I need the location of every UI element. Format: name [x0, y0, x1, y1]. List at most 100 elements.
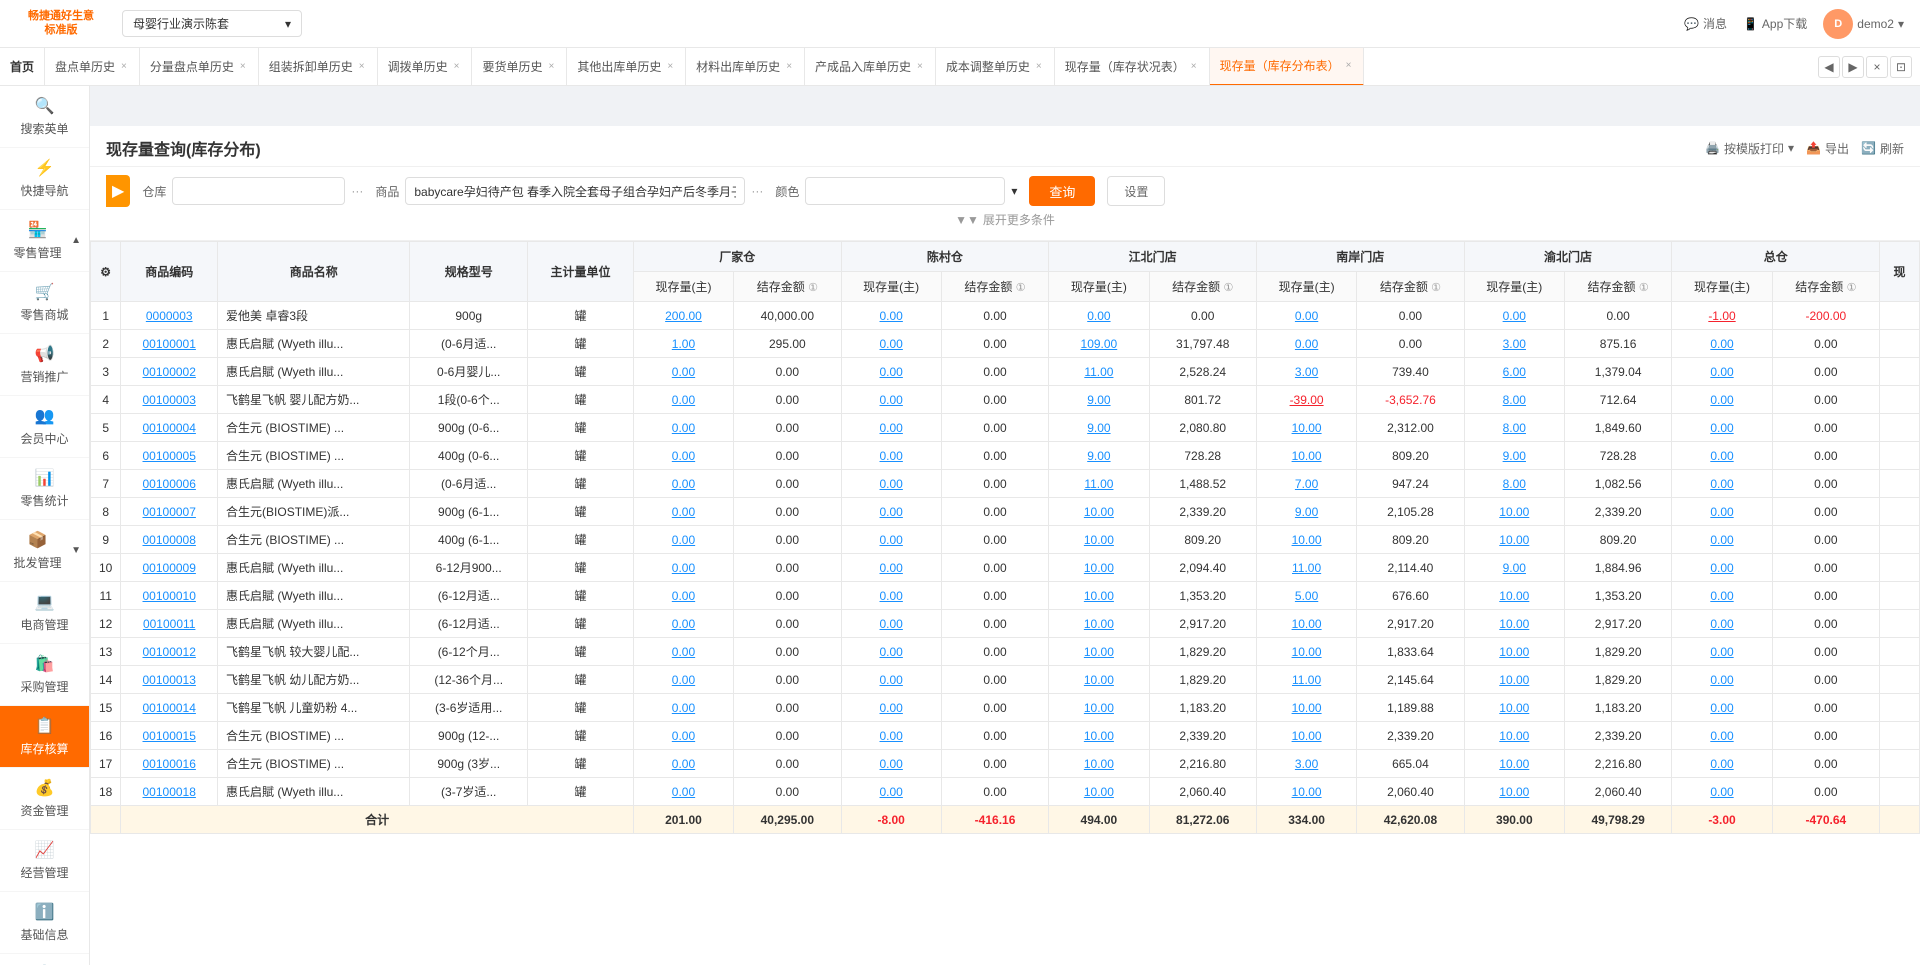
cell-jiangbei-qty: 10.00	[1049, 526, 1149, 554]
cell-spec: (0-6月适...	[410, 330, 528, 358]
tab-close-diaobao[interactable]: ×	[452, 59, 462, 74]
tab-close-pandian[interactable]: ×	[119, 59, 129, 74]
product-input[interactable]	[405, 177, 745, 205]
tab-cailiaochu[interactable]: 材料出库单历史 ×	[686, 48, 805, 86]
tab-kucun-dist[interactable]: 现存量（库存分布表） ×	[1210, 48, 1365, 86]
expand-sidebar-btn[interactable]: ▶	[106, 175, 130, 207]
cell-total-amt: 0.00	[1772, 582, 1879, 610]
summary-factory-qty: 201.00	[633, 806, 733, 834]
cell-jiangbei-qty: 9.00	[1049, 442, 1149, 470]
tab-close-cailiaochu[interactable]: ×	[784, 59, 794, 74]
app-download-btn[interactable]: 📱 App下载	[1743, 15, 1807, 32]
tab-next-btn[interactable]: ▶	[1842, 56, 1864, 78]
warehouse-input[interactable]	[172, 177, 345, 205]
tab-diaobao[interactable]: 调拨单历史 ×	[378, 48, 473, 86]
tab-close-all-btn[interactable]: ×	[1866, 56, 1888, 78]
cell-extra	[1880, 694, 1920, 722]
tab-close-zuzhuang[interactable]: ×	[357, 59, 367, 74]
tab-yaohuo[interactable]: 要货单历史 ×	[472, 48, 567, 86]
cell-spec: 900g (12-...	[410, 722, 528, 750]
cell-total-qty: -1.00	[1672, 302, 1772, 330]
sidebar-item-system[interactable]: ⚙️ 系统管理	[0, 954, 89, 965]
tab-fenliang[interactable]: 分量盘点单历史 ×	[140, 48, 259, 86]
refresh-btn[interactable]: 🔄 刷新	[1861, 140, 1904, 157]
cell-spec: 900g (3岁...	[410, 750, 528, 778]
print-btn[interactable]: 🖨️ 按模版打印 ▾	[1705, 140, 1794, 157]
tab-close-kucun-status[interactable]: ×	[1189, 59, 1199, 74]
cell-spec: 900g (0-6...	[410, 414, 528, 442]
sidebar-item-inventory[interactable]: 📋 库存核算	[0, 706, 89, 768]
sidebar-item-wholesale[interactable]: 📦 批发管理 ▼	[0, 520, 89, 582]
product-dots[interactable]: ···	[751, 184, 763, 198]
sidebar-item-operation[interactable]: 📈 经营管理	[0, 830, 89, 892]
tab-close-qitachu[interactable]: ×	[665, 59, 675, 74]
cell-code: 00100006	[121, 470, 218, 498]
cell-jiangbei-qty: 10.00	[1049, 638, 1149, 666]
export-btn[interactable]: 📤 导出	[1806, 140, 1849, 157]
sidebar-item-purchase[interactable]: 🛍️ 采购管理	[0, 644, 89, 706]
tab-kucun-status[interactable]: 现存量（库存状况表） ×	[1055, 48, 1210, 86]
sidebar-item-basic[interactable]: ℹ️ 基础信息	[0, 892, 89, 954]
warehouse-dots[interactable]: ···	[351, 184, 363, 198]
cell-code: 00100008	[121, 526, 218, 554]
cell-jiangbei-amt: 1,183.20	[1149, 694, 1256, 722]
cell-chencun-amt: 0.00	[941, 526, 1048, 554]
cell-seq: 10	[91, 554, 121, 582]
sidebar-item-member[interactable]: 👥 会员中心	[0, 396, 89, 458]
search-btn[interactable]: 查询	[1029, 176, 1095, 206]
cell-total-amt: -200.00	[1772, 302, 1879, 330]
cell-factory-amt: 0.00	[734, 722, 841, 750]
cell-total-amt: 0.00	[1772, 358, 1879, 386]
tab-expand-btn[interactable]: ⊡	[1890, 56, 1912, 78]
user-menu[interactable]: D demo2 ▾	[1823, 9, 1904, 39]
tab-close-chengpin[interactable]: ×	[915, 59, 925, 74]
cell-total-amt: 0.00	[1772, 694, 1879, 722]
tab-qitachu[interactable]: 其他出库单历史 ×	[567, 48, 686, 86]
tab-prev-btn[interactable]: ◀	[1818, 56, 1840, 78]
sidebar-item-retail-mgmt[interactable]: 🏪 零售管理 ▲	[0, 210, 89, 272]
table-container[interactable]: ⚙ 商品编码 商品名称 规格型号 主计量单位 厂家仓 陈村仓 江北门店 南岸门店…	[90, 241, 1920, 965]
tab-close-chengben[interactable]: ×	[1034, 59, 1044, 74]
table-row: 6 00100005 合生元 (BIOSTIME) ... 400g (0-6.…	[91, 442, 1920, 470]
expand-conditions-btn[interactable]: ▼▼ 展开更多条件	[955, 211, 1055, 228]
cell-yubei-qty: 8.00	[1464, 470, 1564, 498]
sidebar-item-nav[interactable]: ⚡ 快捷导航	[0, 148, 89, 210]
sidebar-item-finance[interactable]: 💰 资金管理	[0, 768, 89, 830]
tab-home[interactable]: 首页	[0, 48, 45, 86]
cell-jiangbei-amt: 1,488.52	[1149, 470, 1256, 498]
sidebar-item-marketing[interactable]: 📢 营销推广	[0, 334, 89, 396]
col-yubei: 渝北门店	[1464, 242, 1672, 272]
message-btn[interactable]: 💬 消息	[1684, 15, 1727, 32]
cell-chencun-amt: 0.00	[941, 498, 1048, 526]
cell-chencun-amt: 0.00	[941, 442, 1048, 470]
cell-seq: 9	[91, 526, 121, 554]
tab-pandian[interactable]: 盘点单历史 ×	[45, 48, 140, 86]
tab-close-fenliang[interactable]: ×	[238, 59, 248, 74]
cell-yubei-amt: 1,353.20	[1564, 582, 1671, 610]
cell-yubei-amt: 1,183.20	[1564, 694, 1671, 722]
cell-name: 爱他美 卓睿3段	[218, 302, 410, 330]
sidebar-item-mall[interactable]: 🛒 零售商城	[0, 272, 89, 334]
col-yubei-qty: 现存量(主)	[1464, 272, 1564, 302]
purchase-icon: 🛍️	[35, 654, 55, 674]
tabs-bar: 首页 盘点单历史 × 分量盘点单历史 × 组装拆卸单历史 × 调拨单历史 × 要…	[0, 48, 1920, 86]
sidebar-item-ecommerce[interactable]: 💻 电商管理	[0, 582, 89, 644]
tab-chengpin[interactable]: 产成品入库单历史 ×	[805, 48, 936, 86]
refresh-icon: 🔄	[1861, 141, 1876, 155]
cell-nanan-amt: 1,189.88	[1357, 694, 1464, 722]
tab-close-yaohuo[interactable]: ×	[546, 59, 556, 74]
tab-zuzhuang[interactable]: 组装拆卸单历史 ×	[259, 48, 378, 86]
industry-selector[interactable]: 母婴行业演示陈套 ▾	[122, 10, 302, 37]
sidebar-item-retail-stat[interactable]: 📊 零售统计	[0, 458, 89, 520]
summary-yubei-amt: 49,798.29	[1564, 806, 1671, 834]
cell-name: 惠氏启賦 (Wyeth illu...	[218, 358, 410, 386]
tab-chengben[interactable]: 成本调整单历史 ×	[936, 48, 1055, 86]
cell-factory-amt: 0.00	[734, 498, 841, 526]
setting-btn[interactable]: 设置	[1107, 176, 1165, 206]
cell-spec: 0-6月婴儿...	[410, 358, 528, 386]
cell-yubei-qty: 8.00	[1464, 386, 1564, 414]
sidebar-item-search[interactable]: 🔍 搜索英单	[0, 86, 89, 148]
cell-jiangbei-amt: 1,829.20	[1149, 666, 1256, 694]
color-input[interactable]	[805, 177, 1005, 205]
tab-close-kucun-dist[interactable]: ×	[1344, 58, 1354, 73]
